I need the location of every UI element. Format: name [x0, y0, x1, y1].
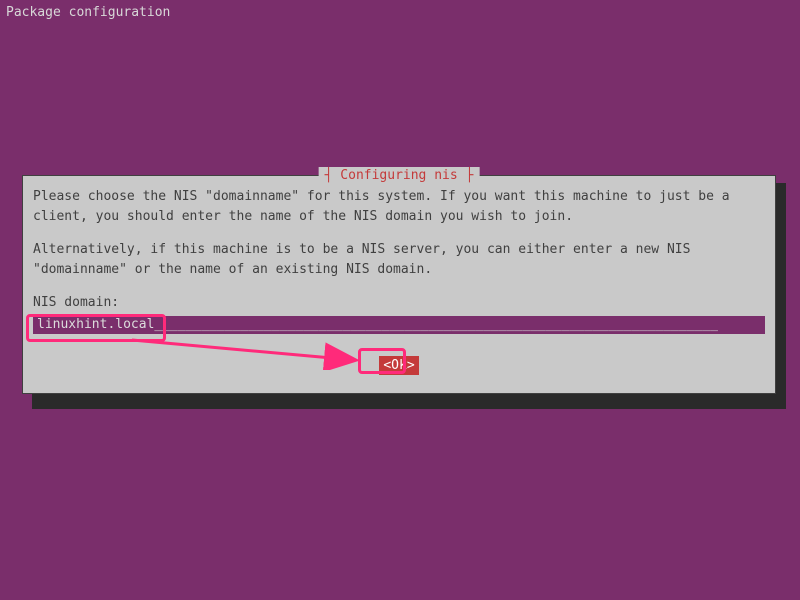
ok-button[interactable]: <Ok>: [379, 356, 418, 376]
dialog-paragraph-2-line-1: Alternatively, if this machine is to be …: [33, 241, 765, 259]
dialog-paragraph-1-line-1: Please choose the NIS "domainname" for t…: [33, 188, 765, 206]
nis-domain-input[interactable]: linuxhint.local_________________________…: [33, 316, 765, 334]
config-dialog: ┤ Configuring nis ├ Please choose the NI…: [22, 175, 776, 394]
page-title: Package configuration: [0, 0, 800, 22]
dialog-paragraph-2-line-2: "domainname" or the name of an existing …: [33, 261, 765, 279]
dialog-title: ┤ Configuring nis ├: [319, 167, 480, 185]
nis-domain-label: NIS domain:: [33, 294, 765, 312]
dialog-paragraph-1-line-2: client, you should enter the name of the…: [33, 208, 765, 226]
